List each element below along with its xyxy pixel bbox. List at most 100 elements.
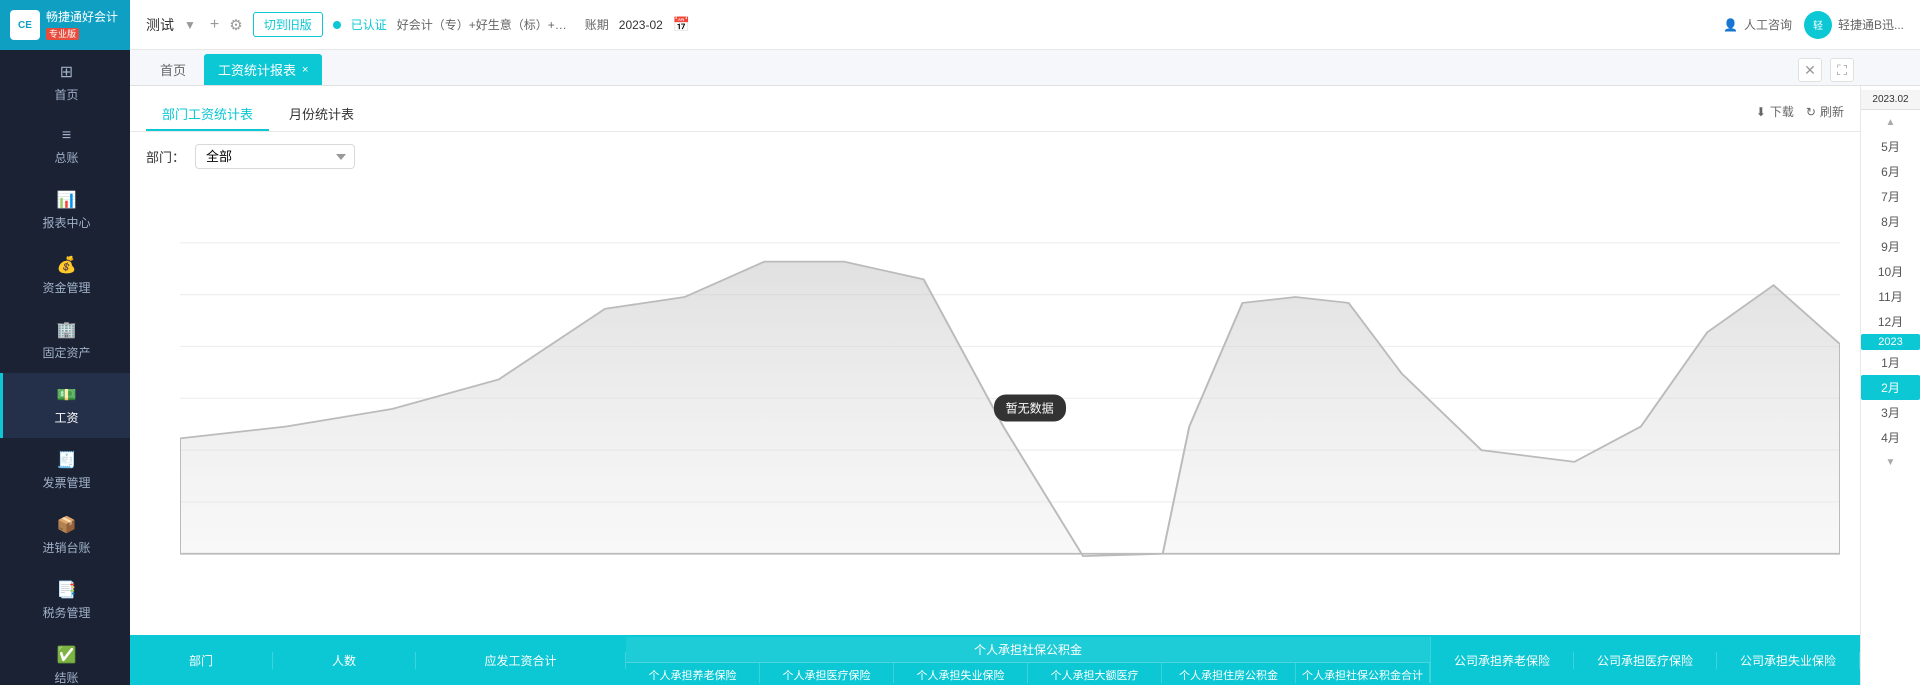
user-service[interactable]: 👤 人工咨询	[1723, 16, 1792, 33]
date-up-btn[interactable]: ▲	[1881, 112, 1901, 132]
sidebar-item-home[interactable]: ⊞ 首页	[0, 50, 130, 115]
col-personal-medical: 个人承担医疗保险	[760, 663, 894, 683]
user-profile[interactable]: 轻 轻捷通B迅...	[1804, 11, 1904, 39]
project-arrow[interactable]: ▼	[184, 18, 196, 32]
col-company-pension: 公司承担养老保险	[1431, 652, 1574, 669]
sidebar-logo: CE 畅捷通好会计 专业版	[0, 0, 130, 50]
col-dept: 部门	[130, 652, 273, 669]
sidebar-label-funds: 资金管理	[42, 279, 90, 296]
month-5[interactable]: 5月	[1861, 134, 1920, 159]
sub-tabs: 部门工资统计表 月份统计表 ⬇ 下载 ↻ 刷新	[130, 86, 1860, 132]
sub-tab-dept[interactable]: 部门工资统计表	[146, 98, 269, 131]
month-9[interactable]: 9月	[1861, 234, 1920, 259]
reports-icon: 📊	[57, 190, 77, 210]
tab-home[interactable]: 首页	[146, 54, 200, 85]
refresh-icon: ↻	[1806, 105, 1816, 119]
month-1[interactable]: 1月	[1861, 350, 1920, 375]
month-4[interactable]: 4月	[1861, 425, 1920, 450]
col-total-wage: 应发工资合计	[416, 652, 626, 669]
app-name: 畅捷通好会计	[46, 10, 118, 26]
col-personal-pension: 个人承担养老保险	[626, 663, 760, 683]
home-icon: ⊞	[60, 62, 73, 82]
col-personal-unemploy: 个人承担失业保险	[894, 663, 1028, 683]
sidebar-label-tax: 税务管理	[42, 604, 90, 621]
month-7[interactable]: 7月	[1861, 184, 1920, 209]
dept-filter-label: 部门：	[146, 147, 185, 166]
sidebar-label-salary: 工资	[54, 409, 78, 426]
month-11[interactable]: 11月	[1861, 284, 1920, 309]
settings-btn[interactable]: ⚙	[229, 16, 242, 34]
tab-salary-report[interactable]: 工资统计报表 ×	[204, 54, 322, 85]
col-company-medical: 公司承担医疗保险	[1574, 652, 1717, 669]
funds-icon: 💰	[57, 255, 77, 275]
sidebar-label-reports: 报表中心	[42, 214, 90, 231]
month-6[interactable]: 6月	[1861, 159, 1920, 184]
month-2-active[interactable]: 2月	[1861, 375, 1920, 400]
purchases-icon: 📦	[57, 515, 77, 535]
logo-icon: CE	[10, 10, 40, 40]
close-account-icon: ✅	[57, 645, 77, 665]
col-personal-total: 个人承担社保公积金合计	[1296, 663, 1430, 683]
sub-tab-actions: ⬇ 下载 ↻ 刷新	[1756, 98, 1844, 131]
sidebar-item-purchases[interactable]: 📦 进销台账	[0, 503, 130, 568]
sidebar-item-reports[interactable]: 📊 报表中心	[0, 178, 130, 243]
sidebar-label-close: 结账	[54, 669, 78, 685]
date-down-btn[interactable]: ▼	[1881, 452, 1901, 472]
table-footer: 部门 人数 应发工资合计 个人承担社保公积金 个人承担养老保险 个人承担医疗保险…	[130, 635, 1860, 685]
sub-tab-monthly[interactable]: 月份统计表	[273, 98, 370, 131]
sidebar-label-ledger: 总账	[54, 149, 78, 166]
content-area: ✕ ⛶ 部门工资统计表 月份统计表 ⬇ 下载 ↻	[130, 86, 1920, 685]
status-dot	[333, 21, 341, 29]
month-12[interactable]: 12月	[1861, 309, 1920, 334]
refresh-btn[interactable]: ↻ 刷新	[1806, 103, 1844, 120]
project-title: 测试	[146, 15, 174, 35]
service-icon: 👤	[1723, 18, 1738, 32]
main-area: 测试 ▼ + ⚙ 切到旧版 已认证 好会计（专）+好生意（标）+… 账期 202…	[130, 0, 1920, 685]
col-count: 人数	[273, 652, 416, 669]
certified-status: 已认证	[351, 16, 387, 33]
sidebar-item-close-account[interactable]: ✅ 结账	[0, 633, 130, 685]
right-sidebar-date: 2023.02 ▲ 5月 6月 7月 8月 9月 10月 11月 12月 202…	[1860, 86, 1920, 685]
col-personal-major-medical: 个人承担大额医疗	[1028, 663, 1162, 683]
invoice-icon: 🧾	[57, 450, 77, 470]
tab-close-icon[interactable]: ×	[302, 64, 308, 76]
edition-badge: 专业版	[46, 28, 79, 40]
switch-old-btn[interactable]: 切到旧版	[253, 12, 323, 37]
sidebar-item-assets[interactable]: 🏢 固定资产	[0, 308, 130, 373]
salary-icon: 💵	[57, 385, 77, 405]
sidebar-label-assets: 固定资产	[42, 344, 90, 361]
topbar: 测试 ▼ + ⚙ 切到旧版 已认证 好会计（专）+好生意（标）+… 账期 202…	[130, 0, 1920, 50]
month-3[interactable]: 3月	[1861, 400, 1920, 425]
sidebar-item-ledger[interactable]: ≡ 总账	[0, 115, 130, 178]
sidebar-nav: ⊞ 首页 ≡ 总账 📊 报表中心 💰 资金管理 🏢 固定资产 💵 工资 🧾 发票…	[0, 50, 130, 685]
month-10[interactable]: 10月	[1861, 259, 1920, 284]
period-label: 账期	[585, 16, 609, 33]
col-personal-housing: 个人承担住房公积金	[1162, 663, 1296, 683]
tabs-row: 首页 工资统计报表 ×	[130, 50, 1920, 86]
sidebar-label-home: 首页	[54, 86, 78, 103]
add-btn[interactable]: +	[210, 16, 219, 34]
month-8[interactable]: 8月	[1861, 209, 1920, 234]
date-display[interactable]: 2023.02	[1861, 90, 1920, 110]
assets-icon: 🏢	[57, 320, 77, 340]
sidebar-item-tax[interactable]: 📑 税务管理	[0, 568, 130, 633]
period-value: 2023-02	[619, 18, 663, 32]
sidebar-item-funds[interactable]: 💰 资金管理	[0, 243, 130, 308]
ledger-icon: ≡	[62, 127, 71, 145]
sidebar-item-salary[interactable]: 💵 工资	[0, 373, 130, 438]
sidebar-item-invoice[interactable]: 🧾 发票管理	[0, 438, 130, 503]
group-header: 个人承担社保公积金	[626, 637, 1430, 663]
col-company-unemploy: 公司承担失业保险	[1717, 652, 1860, 669]
sidebar: CE 畅捷通好会计 专业版 ⊞ 首页 ≡ 总账 📊 报表中心 💰 资金管理 🏢 …	[0, 0, 130, 685]
download-btn[interactable]: ⬇ 下载	[1756, 103, 1794, 120]
calendar-icon[interactable]: 📅	[673, 16, 690, 33]
dept-filter-select[interactable]: 全部 财务部 销售部 技术部	[195, 144, 355, 169]
tax-icon: 📑	[57, 580, 77, 600]
topbar-right: 👤 人工咨询 轻 轻捷通B迅...	[1723, 11, 1904, 39]
tags: 好会计（专）+好生意（标）+…	[397, 16, 567, 33]
sidebar-label-purchases: 进销台账	[42, 539, 90, 556]
chart-container: 0 50 100 150 200 250 300 350	[130, 181, 1860, 635]
group-cells: 个人承担养老保险 个人承担医疗保险 个人承担失业保险 个人承担大额医疗 个人承担…	[626, 663, 1430, 683]
filter-row: 部门： 全部 财务部 销售部 技术部	[130, 132, 1860, 181]
year-2023-badge: 2023	[1861, 334, 1920, 350]
